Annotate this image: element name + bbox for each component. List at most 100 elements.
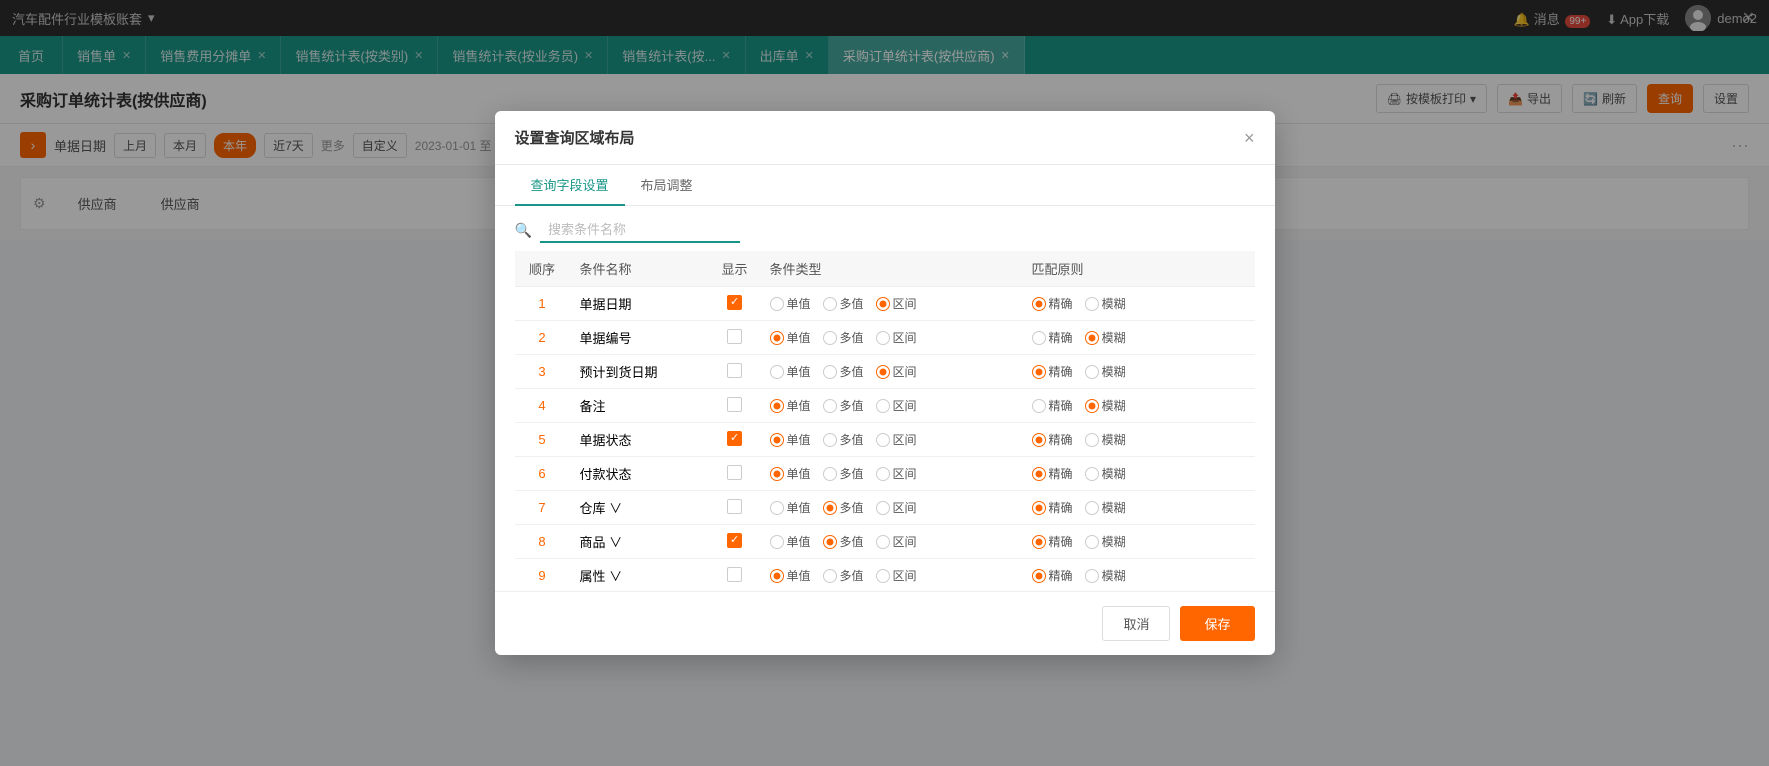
conditions-table-wrap: 顺序 条件名称 显示 条件类型 匹配原则 1单据日期单值多值区间精确模糊2单据编… (515, 251, 1255, 591)
radio-match-fuzzy-3[interactable]: 模糊 (1085, 397, 1126, 414)
radio-type-range-2[interactable]: 区间 (876, 363, 917, 380)
radio-match-fuzzy-dot-0 (1085, 297, 1099, 311)
radio-type-range-dot-0 (876, 297, 890, 311)
cell-display-6[interactable] (710, 491, 760, 525)
cell-display-5[interactable] (710, 457, 760, 491)
table-row: 7仓库 ∨单值多值区间精确模糊 (515, 491, 1255, 525)
radio-type-multi-2[interactable]: 多值 (823, 363, 864, 380)
radio-match-exact-7[interactable]: 精确 (1032, 533, 1073, 550)
display-checkbox-6[interactable] (727, 499, 742, 514)
radio-match-fuzzy-5[interactable]: 模糊 (1085, 465, 1126, 482)
conditions-table: 顺序 条件名称 显示 条件类型 匹配原则 1单据日期单值多值区间精确模糊2单据编… (515, 251, 1255, 591)
tab-query-fields[interactable]: 查询字段设置 (515, 165, 625, 206)
radio-match-fuzzy-label-5: 模糊 (1102, 465, 1126, 482)
radio-type-multi-1[interactable]: 多值 (823, 329, 864, 346)
cell-order-7: 8 (515, 525, 570, 559)
radio-type-multi-7[interactable]: 多值 (823, 533, 864, 550)
radio-type-single-6[interactable]: 单值 (770, 499, 811, 516)
radio-match-exact-label-7: 精确 (1049, 533, 1073, 550)
radio-type-range-1[interactable]: 区间 (876, 329, 917, 346)
cell-type-5: 单值多值区间 (760, 457, 1022, 491)
cell-display-8[interactable] (710, 559, 760, 592)
radio-type-multi-5[interactable]: 多值 (823, 465, 864, 482)
radio-match-exact-8[interactable]: 精确 (1032, 567, 1073, 584)
radio-type-single-0[interactable]: 单值 (770, 295, 811, 312)
radio-match-exact-0[interactable]: 精确 (1032, 295, 1073, 312)
cell-type-4: 单值多值区间 (760, 423, 1022, 457)
cell-display-0[interactable] (710, 287, 760, 321)
radio-match-exact-dot-1 (1032, 331, 1046, 345)
radio-match-exact-label-4: 精确 (1049, 431, 1073, 448)
radio-match-exact-2[interactable]: 精确 (1032, 363, 1073, 380)
dialog-search-area: 🔍 (495, 206, 1275, 251)
radio-type-single-label-7: 单值 (787, 533, 811, 550)
radio-type-range-dot-4 (876, 433, 890, 447)
display-checkbox-4[interactable] (727, 431, 742, 446)
radio-type-range-label-6: 区间 (893, 499, 917, 516)
display-checkbox-8[interactable] (727, 567, 742, 582)
radio-type-single-8[interactable]: 单值 (770, 567, 811, 584)
radio-type-multi-8[interactable]: 多值 (823, 567, 864, 584)
radio-type-multi-0[interactable]: 多值 (823, 295, 864, 312)
radio-match-exact-3[interactable]: 精确 (1032, 397, 1073, 414)
cell-display-7[interactable] (710, 525, 760, 559)
radio-type-range-4[interactable]: 区间 (876, 431, 917, 448)
display-checkbox-2[interactable] (727, 363, 742, 378)
radio-type-single-label-8: 单值 (787, 567, 811, 584)
radio-match-fuzzy-0[interactable]: 模糊 (1085, 295, 1126, 312)
radio-type-range-8[interactable]: 区间 (876, 567, 917, 584)
radio-match-fuzzy-2[interactable]: 模糊 (1085, 363, 1126, 380)
display-checkbox-7[interactable] (727, 533, 742, 548)
radio-type-multi-label-8: 多值 (840, 567, 864, 584)
dialog-footer: 取消 保存 (495, 591, 1275, 655)
display-checkbox-3[interactable] (727, 397, 742, 412)
display-checkbox-5[interactable] (727, 465, 742, 480)
cell-display-2[interactable] (710, 355, 760, 389)
radio-type-range-7[interactable]: 区间 (876, 533, 917, 550)
radio-type-single-4[interactable]: 单值 (770, 431, 811, 448)
radio-type-multi-6[interactable]: 多值 (823, 499, 864, 516)
radio-match-exact-4[interactable]: 精确 (1032, 431, 1073, 448)
radio-match-fuzzy-1[interactable]: 模糊 (1085, 329, 1126, 346)
radio-type-range-3[interactable]: 区间 (876, 397, 917, 414)
save-button[interactable]: 保存 (1180, 606, 1254, 641)
radio-match-exact-dot-0 (1032, 297, 1046, 311)
radio-type-multi-label-2: 多值 (840, 363, 864, 380)
display-checkbox-1[interactable] (727, 329, 742, 344)
radio-type-range-5[interactable]: 区间 (876, 465, 917, 482)
radio-type-range-6[interactable]: 区间 (876, 499, 917, 516)
cell-display-3[interactable] (710, 389, 760, 423)
radio-type-range-0[interactable]: 区间 (876, 295, 917, 312)
tab-layout-adjust[interactable]: 布局调整 (625, 165, 709, 206)
radio-type-multi-dot-4 (823, 433, 837, 447)
radio-type-range-label-3: 区间 (893, 397, 917, 414)
radio-type-single-1[interactable]: 单值 (770, 329, 811, 346)
cell-name-0: 单据日期 (570, 287, 710, 321)
radio-type-single-3[interactable]: 单值 (770, 397, 811, 414)
cell-match-7: 精确模糊 (1022, 525, 1255, 559)
radio-match-fuzzy-8[interactable]: 模糊 (1085, 567, 1126, 584)
cell-order-0: 1 (515, 287, 570, 321)
radio-match-exact-1[interactable]: 精确 (1032, 329, 1073, 346)
radio-type-single-7[interactable]: 单值 (770, 533, 811, 550)
radio-match-exact-5[interactable]: 精确 (1032, 465, 1073, 482)
radio-match-fuzzy-6[interactable]: 模糊 (1085, 499, 1126, 516)
cell-display-4[interactable] (710, 423, 760, 457)
search-input[interactable] (540, 218, 740, 243)
cell-match-2: 精确模糊 (1022, 355, 1255, 389)
cell-match-1: 精确模糊 (1022, 321, 1255, 355)
cell-display-1[interactable] (710, 321, 760, 355)
display-checkbox-0[interactable] (727, 295, 742, 310)
radio-match-exact-6[interactable]: 精确 (1032, 499, 1073, 516)
radio-type-multi-4[interactable]: 多值 (823, 431, 864, 448)
radio-match-fuzzy-dot-3 (1085, 399, 1099, 413)
dialog-close-btn[interactable]: × (1244, 129, 1255, 147)
cancel-button[interactable]: 取消 (1102, 606, 1170, 641)
radio-type-multi-3[interactable]: 多值 (823, 397, 864, 414)
cell-match-5: 精确 模糊 (1022, 457, 1255, 491)
radio-type-single-2[interactable]: 单值 (770, 363, 811, 380)
radio-match-fuzzy-7[interactable]: 模糊 (1085, 533, 1126, 550)
dialog-header: 设置查询区域布局 × (495, 111, 1275, 165)
radio-match-fuzzy-4[interactable]: 模糊 (1085, 431, 1126, 448)
radio-type-single-5[interactable]: 单值 (770, 465, 811, 482)
